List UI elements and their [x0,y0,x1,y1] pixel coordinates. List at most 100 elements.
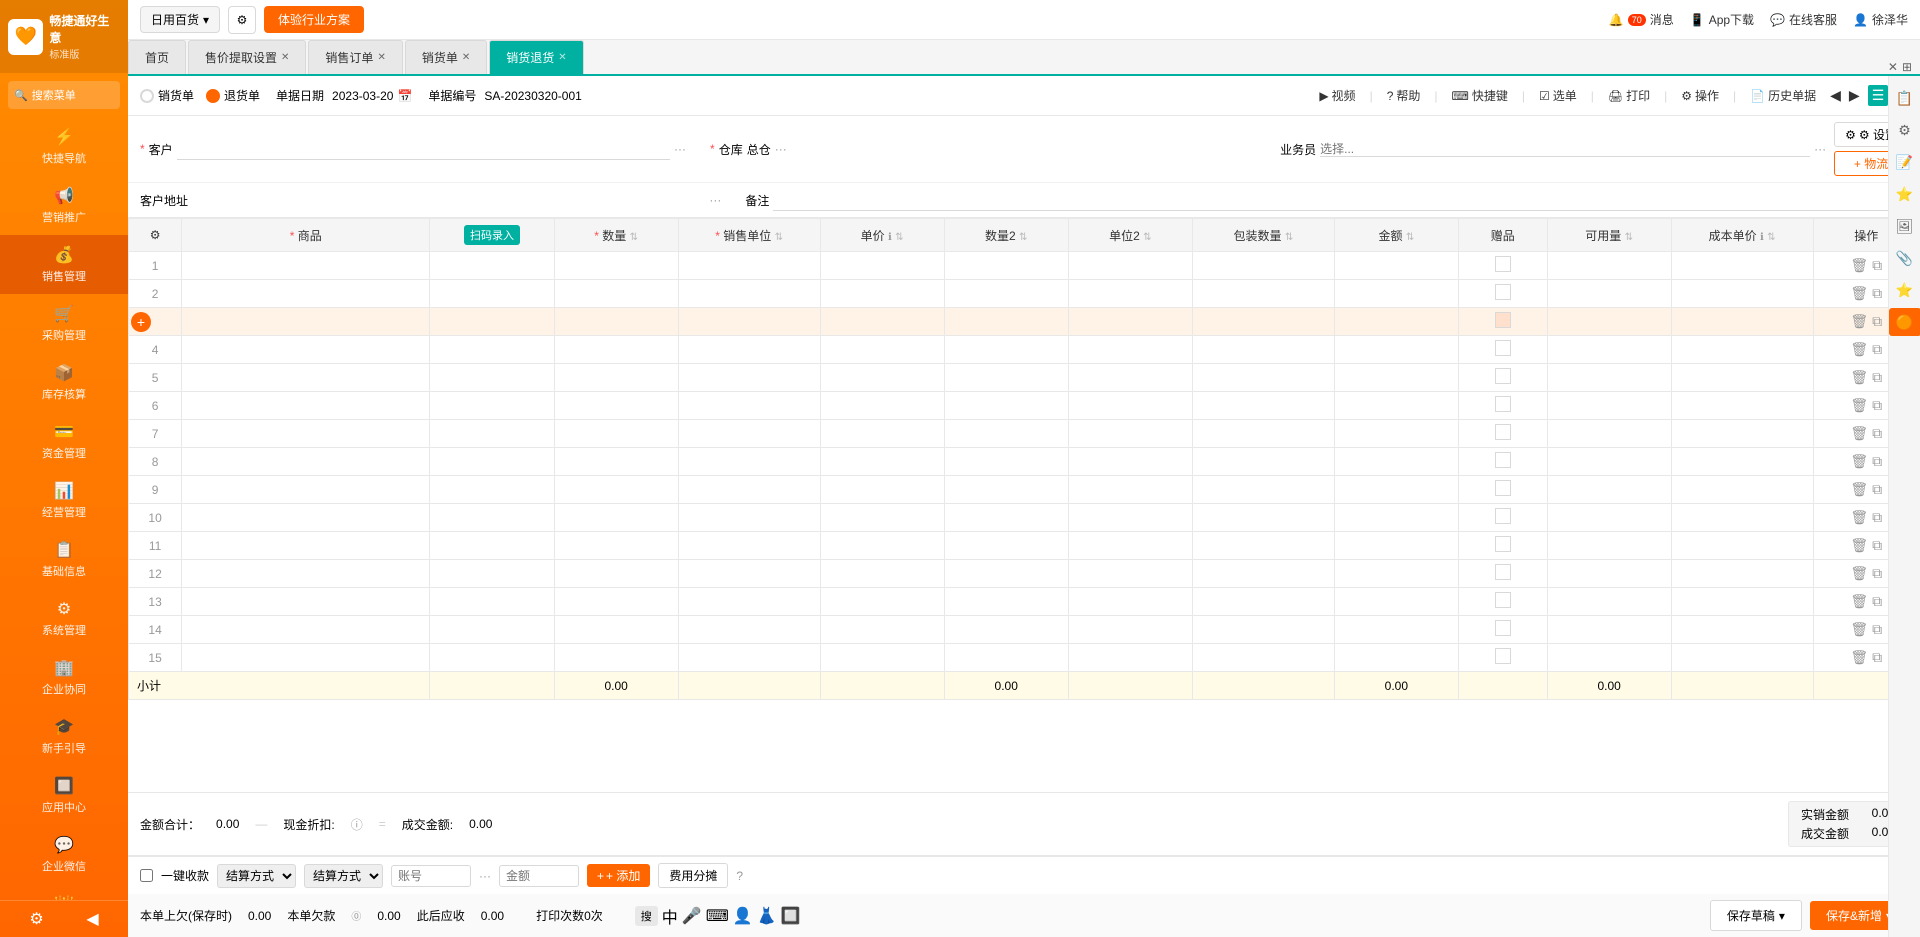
account-select[interactable]: 结算方式 [304,864,383,888]
return-radio[interactable]: 退货单 [206,87,260,104]
search-menu-button[interactable]: 🔍 搜索菜单 [8,81,120,109]
product-input-3[interactable] [186,315,425,329]
gift-checkbox-11[interactable] [1495,536,1511,552]
close-sales-tab[interactable]: ✕ [462,52,470,63]
quantity-cell-1[interactable] [554,252,678,280]
nav-next-btn[interactable]: ▶ [1849,87,1860,104]
delete-row-11[interactable]: 🗑 [1850,537,1868,554]
sidebar-item-apps[interactable]: 🔲 应用中心 [0,766,128,825]
salesperson-dots[interactable]: ··· [1814,142,1826,156]
sidebar-item-enterprise[interactable]: 🏢 企业协同 [0,648,128,707]
copy-row-7[interactable]: ⧉ [1872,425,1882,442]
sidebar-item-sales[interactable]: 💰 销售管理 [0,235,128,294]
sales-radio[interactable]: 销货单 [140,87,194,104]
gift-checkbox-1[interactable] [1495,256,1511,272]
delete-row-14[interactable]: 🗑 [1850,621,1868,638]
trial-btn[interactable]: 体验行业方案 [264,6,364,33]
copy-row-4[interactable]: ⧉ [1872,341,1882,358]
maximize-btn[interactable]: ⊞ [1902,60,1912,74]
copy-row-14[interactable]: ⧉ [1872,621,1882,638]
customer-dots[interactable]: ··· [674,142,686,156]
input-tool-6[interactable]: 🔲 [781,906,801,926]
copy-row-12[interactable]: ⧉ [1872,565,1882,582]
gift-checkbox-9[interactable] [1495,480,1511,496]
scan-input-btn[interactable]: 扫码录入 [464,225,520,245]
tab-sales-order[interactable]: 销售订单 ✕ [308,40,402,74]
sidebar-item-finance[interactable]: 💳 资金管理 [0,412,128,471]
customer-input[interactable] [177,138,670,152]
gift-checkbox-6[interactable] [1495,396,1511,412]
qty2-sort-icon[interactable]: ⇅ [1019,232,1027,243]
sidebar-item-operations[interactable]: 📊 经营管理 [0,471,128,530]
split-help-icon[interactable]: ? [736,869,743,883]
delete-row-9[interactable]: 🗑 [1850,481,1868,498]
delete-row-8[interactable]: 🗑 [1850,453,1868,470]
copy-row-1[interactable]: ⧉ [1872,257,1882,274]
available-sort-icon[interactable]: ⇅ [1625,232,1633,243]
warehouse-dots[interactable]: ··· [775,142,787,156]
delete-row-6[interactable]: 🗑 [1850,397,1868,414]
right-panel-icon-1[interactable]: 📋 [1891,84,1919,112]
gift-checkbox-13[interactable] [1495,592,1511,608]
date-picker-icon[interactable]: 📅 [397,89,412,103]
sougou-icon[interactable]: 搜 [635,906,658,926]
right-panel-icon-3[interactable]: 📝 [1891,148,1919,176]
copy-row-15[interactable]: ⧉ [1872,649,1882,666]
return-radio-btn[interactable] [206,89,220,103]
account-number-input[interactable] [391,865,471,887]
nav-prev-btn[interactable]: ◀ [1830,87,1841,104]
delete-row-4[interactable]: 🗑 [1850,341,1868,358]
grid-view-btn[interactable]: ☰ [1868,85,1889,106]
sidebar-item-purchase[interactable]: 🛒 采购管理 [0,294,128,353]
online-service-item[interactable]: 💬 在线客服 [1770,11,1837,28]
right-panel-icon-8[interactable]: 🟠 [1889,308,1920,336]
sales-radio-btn[interactable] [140,89,154,103]
gift-checkbox-3[interactable] [1495,312,1511,328]
one-click-pay-checkbox[interactable] [140,869,153,882]
product-cell-1[interactable] [182,252,430,280]
tab-sales-return[interactable]: 销货退货 ✕ [489,40,583,74]
gift-checkbox-12[interactable] [1495,564,1511,580]
right-panel-icon-4[interactable]: ⭐ [1891,180,1919,208]
delete-row-15[interactable]: 🗑 [1850,649,1868,666]
discount-help-icon[interactable]: ⓘ [351,816,363,833]
add-row-btn[interactable]: + [131,312,151,332]
gift-checkbox-2[interactable] [1495,284,1511,300]
app-download-item[interactable]: 📱 App下载 [1690,11,1754,28]
delete-row-10[interactable]: 🗑 [1850,509,1868,526]
input-tool-3[interactable]: ⌨ [706,906,729,926]
right-panel-icon-7[interactable]: ⭐ [1891,276,1919,304]
help-btn[interactable]: ? 帮助 [1381,84,1427,107]
right-panel-icon-5[interactable]: 🖼 [1891,212,1919,240]
sidebar-item-basic[interactable]: 📋 基础信息 [0,530,128,589]
topbar-settings-btn[interactable]: ⚙ [228,6,256,34]
tab-home[interactable]: 首页 [128,40,186,74]
copy-row-9[interactable]: ⧉ [1872,481,1882,498]
pack-sort-icon[interactable]: ⇅ [1285,232,1293,243]
operations-btn[interactable]: ⚙ 操作 [1675,84,1725,107]
close-sales-order-tab[interactable]: ✕ [377,52,385,63]
sidebar-item-member[interactable]: 👑 畅会员 [0,884,128,900]
delete-row-1[interactable]: 🗑 [1850,257,1868,274]
account-dots[interactable]: ··· [479,869,491,883]
amount-input[interactable] [499,865,579,887]
unit-sort-icon[interactable]: ⇅ [775,232,783,243]
copy-row-6[interactable]: ⧉ [1872,397,1882,414]
copy-row-10[interactable]: ⧉ [1872,509,1882,526]
gift-checkbox-4[interactable] [1495,340,1511,356]
price-sort-icon[interactable]: ⇅ [895,232,903,243]
copy-row-5[interactable]: ⧉ [1872,369,1882,386]
cost-sort-icon[interactable]: ⇅ [1767,232,1775,243]
sidebar-item-newbie[interactable]: 🎓 新手引导 [0,707,128,766]
amount-sort-icon[interactable]: ⇅ [1406,232,1414,243]
sidebar-item-wechat[interactable]: 💬 企业微信 [0,825,128,884]
sidebar-settings-btn[interactable]: ⚙ [29,909,43,929]
notification-item[interactable]: 🔔 70 消息 [1609,11,1674,28]
copy-row-11[interactable]: ⧉ [1872,537,1882,554]
input-tool-5[interactable]: 👗 [757,906,777,926]
history-btn[interactable]: 📄 历史单据 [1744,84,1822,107]
sidebar-item-inventory[interactable]: 📦 库存核算 [0,353,128,412]
split-btn[interactable]: 费用分摊 [658,863,728,888]
user-item[interactable]: 👤 徐泽华 [1853,11,1908,28]
save-draft-btn[interactable]: 保存草稿 ▾ [1710,900,1802,931]
